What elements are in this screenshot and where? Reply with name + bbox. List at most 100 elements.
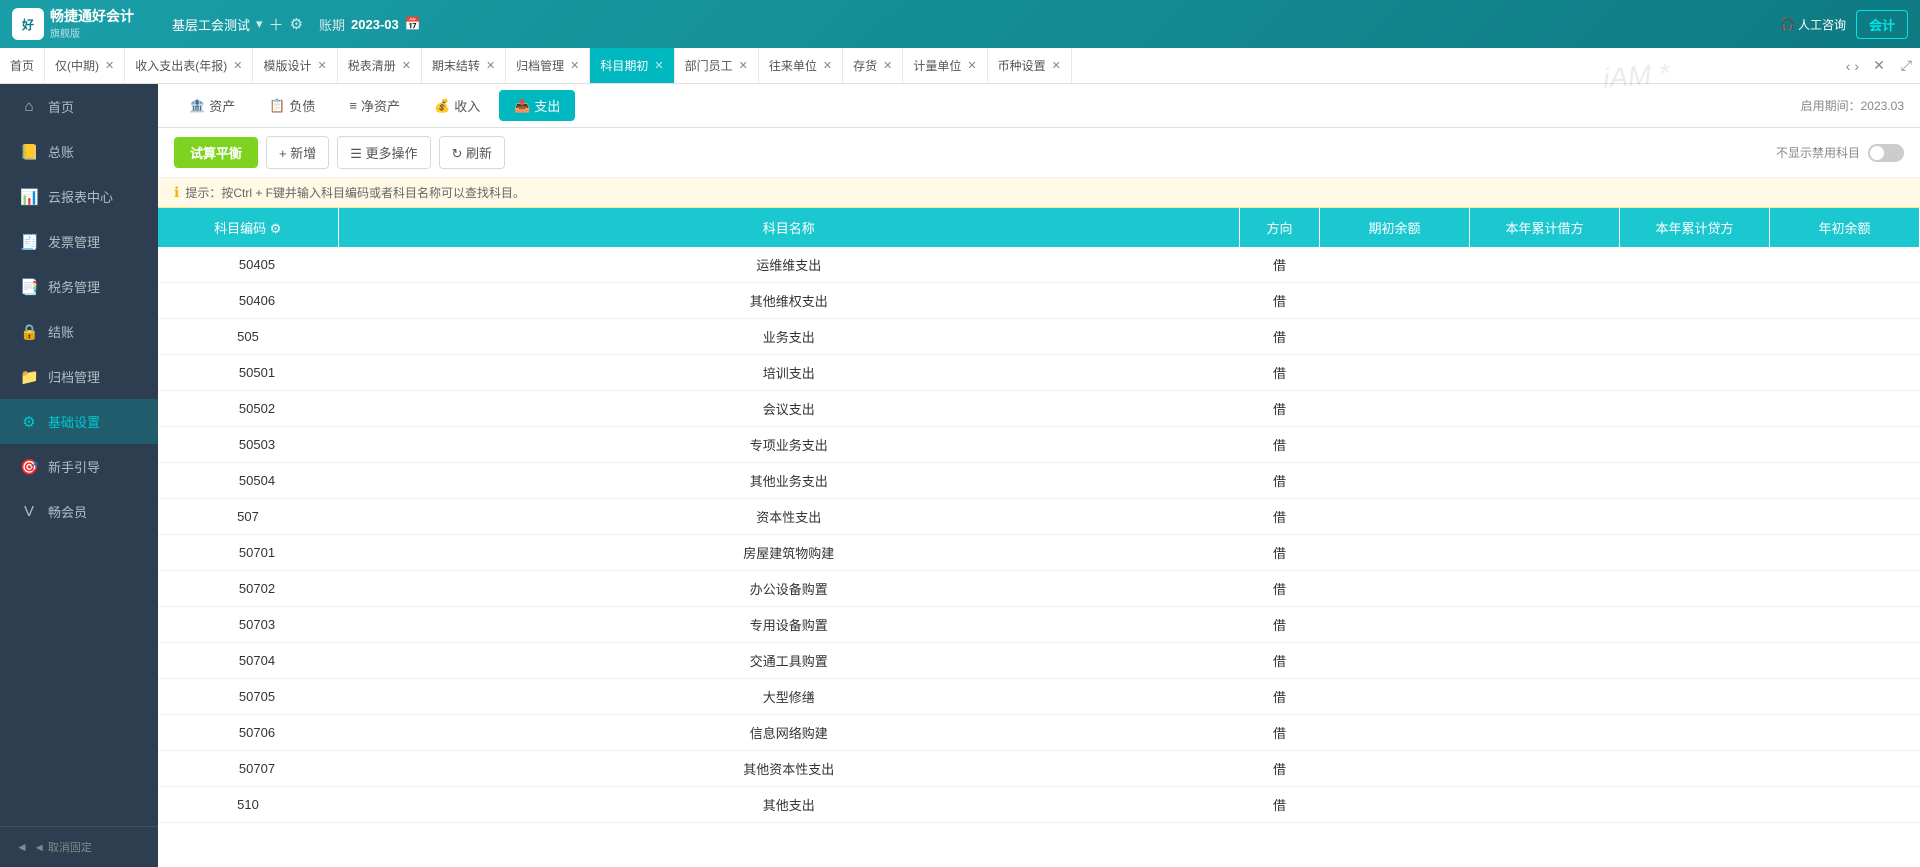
tab-item-收入支出表(年报)[interactable]: 收入支出表(年报)✕ [125, 48, 253, 83]
tab-close-icon[interactable]: ✕ [883, 59, 892, 72]
kuaiji-button[interactable]: 会计 [1856, 10, 1908, 39]
sidebar-label-ledger: 总账 [48, 142, 74, 161]
tab-prev-icon[interactable]: ‹ [1844, 58, 1853, 74]
sidebar-item-closing[interactable]: 🔒结账 [0, 309, 158, 354]
table-row[interactable]: 50502会议支出借 [158, 391, 1920, 427]
table-row[interactable]: 50504其他业务支出借 [158, 463, 1920, 499]
sidebar-item-archive[interactable]: 📁归档管理 [0, 354, 158, 399]
tab-close-icon[interactable]: ✕ [570, 59, 579, 72]
sidebar-item-ledger[interactable]: 📒总账 [0, 129, 158, 174]
sub-tab-负债[interactable]: 📋负债 [254, 90, 330, 121]
tab-label: 模版设计 [263, 57, 311, 74]
company-settings-icon[interactable]: ⚙ [290, 15, 303, 33]
cell-balance-0 [1320, 607, 1470, 643]
table-row[interactable]: 510其他支出借 [158, 787, 1920, 823]
reports-icon: 📊 [20, 188, 38, 206]
close-all-tabs-button[interactable]: ✕ [1865, 57, 1893, 74]
sidebar-item-invoice[interactable]: 🧾发票管理 [0, 219, 158, 264]
cell-balance-3 [1770, 427, 1920, 463]
headset-icon: 🎧 [1780, 17, 1795, 31]
tab-close-icon[interactable]: ✕ [402, 59, 411, 72]
cell-direction: 借 [1240, 391, 1320, 427]
tab-item-存货[interactable]: 存货✕ [843, 48, 903, 83]
expand-tabs-icon[interactable]: ⤢ [1893, 57, 1920, 74]
tab-close-icon[interactable]: ✕ [823, 59, 832, 72]
table-row[interactable]: 50702办公设备购置借 [158, 571, 1920, 607]
more-operations-button[interactable]: ☰ 更多操作 [337, 136, 430, 169]
sub-tab-收入[interactable]: 💰收入 [419, 90, 495, 121]
tab-close-icon[interactable]: ✕ [486, 59, 495, 72]
cell-balance-3 [1770, 715, 1920, 751]
tab-close-icon[interactable]: ✕ [1052, 59, 1061, 72]
company-chevron-icon[interactable]: ▾ [256, 16, 263, 32]
sidebar-item-tax[interactable]: 📑税务管理 [0, 264, 158, 309]
tab-item-往来单位[interactable]: 往来单位✕ [759, 48, 843, 83]
sidebar-label-reports: 云报表中心 [48, 187, 113, 206]
add-company-button[interactable]: ＋ [269, 14, 284, 35]
cell-direction: 借 [1240, 643, 1320, 679]
sidebar-collapse-button[interactable]: ◄ ◄ 取消固定 [0, 826, 158, 867]
table-row[interactable]: 50405运维维支出借 [158, 247, 1920, 283]
calc-balance-button[interactable]: 试算平衡 [174, 137, 258, 168]
tab-item-部门员工[interactable]: 部门员工✕ [675, 48, 759, 83]
sub-tab-净资产[interactable]: ≡净资产 [334, 90, 415, 121]
table-row[interactable]: 50707其他资本性支出借 [158, 751, 1920, 787]
cell-balance-2 [1620, 679, 1770, 715]
tab-item-归档管理[interactable]: 归档管理✕ [506, 48, 590, 83]
tab-next-icon[interactable]: › [1852, 58, 1861, 74]
toggle-label: 不显示禁用科目 [1776, 144, 1860, 161]
sub-tab-icon-资产: 🏦 [189, 98, 205, 114]
tab-item-模版设计[interactable]: 模版设计 ✕ [253, 48, 337, 83]
sidebar-item-member[interactable]: V畅会员 [0, 489, 158, 534]
tab-item-计量单位[interactable]: 计量单位✕ [903, 48, 987, 83]
cell-balance-0 [1320, 319, 1470, 355]
sub-tab-支出[interactable]: 📤支出 [499, 90, 575, 121]
table-row[interactable]: 50705大型修缮借 [158, 679, 1920, 715]
tab-item-首页[interactable]: 首页 [0, 48, 45, 83]
tab-close-icon[interactable]: ✕ [967, 59, 976, 72]
tab-item-币种设置[interactable]: 币种设置✕ [988, 48, 1072, 83]
table-row[interactable]: 507资本性支出借 [158, 499, 1920, 535]
table-row[interactable]: 50703专用设备购置借 [158, 607, 1920, 643]
tab-item-科目期初[interactable]: 科目期初✕ [590, 48, 674, 83]
table-row[interactable]: 50701房屋建筑物购建借 [158, 535, 1920, 571]
tab-label: 期末结转 [432, 57, 480, 74]
cell-code: 50501 [158, 355, 338, 391]
cell-name: 信息网络购建 [338, 715, 1240, 751]
cell-direction: 借 [1240, 679, 1320, 715]
table-row[interactable]: 50706信息网络购建借 [158, 715, 1920, 751]
th-1: 科目名称 [338, 208, 1240, 247]
tab-close-icon[interactable]: ✕ [317, 59, 326, 72]
table-row[interactable]: 50501培训支出借 [158, 355, 1920, 391]
cell-balance-1 [1470, 571, 1620, 607]
tab-close-icon[interactable]: ✕ [654, 59, 663, 72]
table-container[interactable]: 科目编码 ⚙科目名称方向期初余额本年累计借方本年累计贷方年初余额 50405运维… [158, 208, 1920, 867]
tab-close-icon[interactable]: ✕ [105, 59, 114, 72]
sidebar-item-home[interactable]: ⌂首页 [0, 84, 158, 129]
sidebar-item-settings[interactable]: ⚙基础设置 [0, 399, 158, 444]
tab-item-仅(中期)[interactable]: 仅(中期)✕ [45, 48, 125, 83]
col-settings-icon[interactable]: ⚙ [270, 221, 282, 236]
refresh-button[interactable]: ↻ 刷新 [439, 136, 506, 169]
tab-close-icon[interactable]: ✕ [739, 59, 748, 72]
sidebar-item-reports[interactable]: 📊 云报表中心 [0, 174, 158, 219]
sub-tab-资产[interactable]: 🏦资产 [174, 90, 250, 121]
cell-code: 50706 [158, 715, 338, 751]
tab-close-icon[interactable]: ✕ [233, 59, 242, 72]
table-row[interactable]: 50503专项业务支出借 [158, 427, 1920, 463]
table-row[interactable]: 50406其他维权支出借 [158, 283, 1920, 319]
service-button[interactable]: 🎧 人工咨询 [1780, 16, 1846, 33]
add-button[interactable]: + 新增 [266, 136, 329, 169]
toggle-disabled-switch[interactable] [1868, 144, 1904, 162]
company-name[interactable]: 基层工会测试 [172, 15, 250, 34]
calendar-icon[interactable]: 📅 [405, 16, 421, 32]
tab-item-税表清册[interactable]: 税表清册✕ [338, 48, 422, 83]
archive-icon: 📁 [20, 368, 38, 386]
cell-direction: 借 [1240, 535, 1320, 571]
table-row[interactable]: 50704交通工具购置借 [158, 643, 1920, 679]
table-row[interactable]: 505业务支出借 [158, 319, 1920, 355]
cell-balance-0 [1320, 283, 1470, 319]
sidebar-item-guide[interactable]: 🎯新手引导 [0, 444, 158, 489]
sidebar-label-settings: 基础设置 [48, 412, 100, 431]
tab-item-期末结转[interactable]: 期末结转 ✕ [422, 48, 506, 83]
